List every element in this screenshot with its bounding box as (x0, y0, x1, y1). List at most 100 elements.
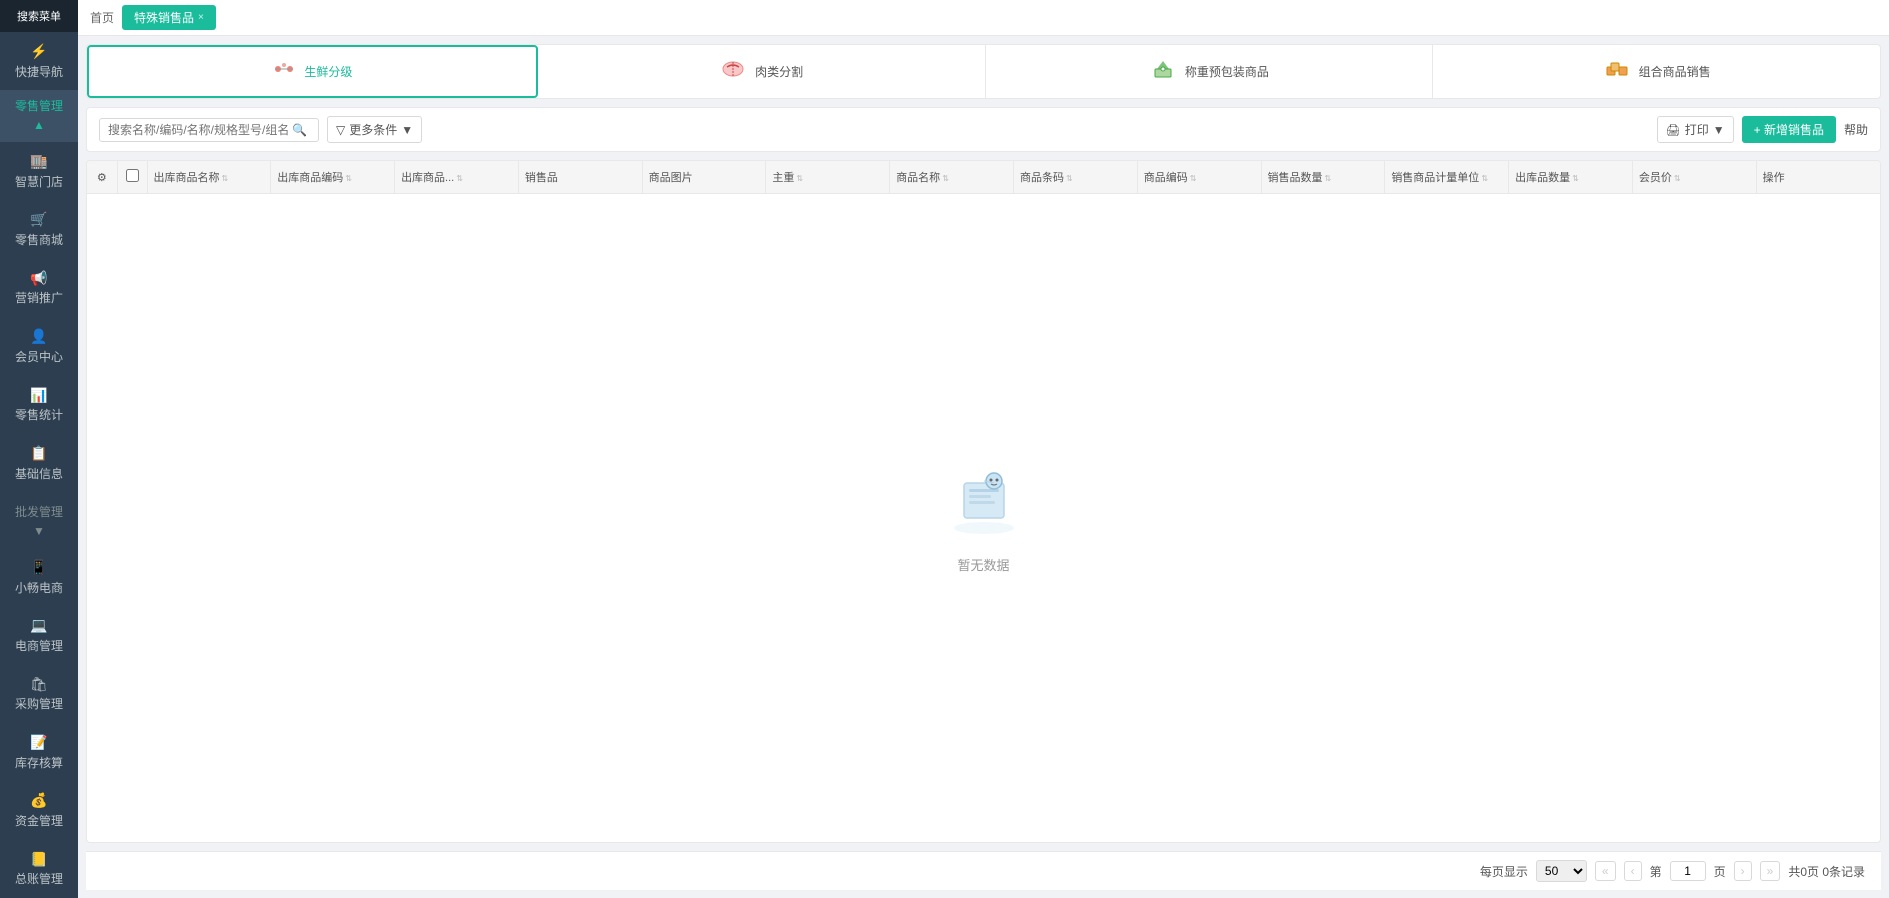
purchase-icon: 🛍 (30, 675, 48, 695)
sidebar-item-label: 智慧门店 (15, 174, 63, 191)
th-product-image: 商品图片 (642, 161, 766, 194)
topbar-active-tab[interactable]: 特殊销售品 × (122, 5, 216, 30)
select-all-checkbox[interactable] (126, 169, 139, 182)
sidebar-item-wholesale-mgmt[interactable]: 批发管理 ▼ (0, 496, 78, 548)
sidebar-item-retail-mgmt[interactable]: 零售管理 ▲ (0, 90, 78, 142)
weight-prepack-label: 称重预包装商品 (1185, 63, 1269, 80)
mini-program-icon: 📱 (30, 558, 47, 578)
cat-tab-weight-prepack[interactable]: 称重预包装商品 (986, 45, 1434, 98)
sidebar-item-finance[interactable]: 💰 资金管理 (0, 781, 78, 839)
filter-label: 更多条件 (349, 121, 397, 138)
main-content: 首页 特殊销售品 × 生鲜分级 (78, 0, 1889, 898)
combo-sale-label: 组合商品销售 (1639, 63, 1711, 80)
sidebar: 搜索菜单 ⚡ 快捷导航 零售管理 ▲ 🏬 智慧门店 🛒 零售商城 📢 营销推广 … (0, 0, 78, 898)
sidebar-item-inventory[interactable]: 📝 库存核算 (0, 723, 78, 781)
data-table: ⚙ 出库商品名称⇅ 出库商品编码⇅ 出库商品...⇅ (87, 161, 1880, 194)
basic-info-icon: 📋 (30, 444, 47, 464)
general-ledger-icon: 📒 (30, 850, 47, 870)
page-suffix: 页 (1714, 863, 1726, 880)
th-sale-qty: 销售品数量⇅ (1261, 161, 1385, 194)
th-weight: 主重⇅ (766, 161, 890, 194)
sidebar-item-purchase[interactable]: 🛍 采购管理 (0, 665, 78, 723)
sidebar-item-smart-store[interactable]: 🏬 智慧门店 (0, 142, 78, 200)
filter-arrow: ▼ (401, 123, 413, 137)
th-sale-unit: 销售商品计量单位⇅ (1385, 161, 1509, 194)
fresh-grade-label: 生鲜分级 (304, 63, 352, 80)
combo-sale-icon (1603, 59, 1631, 84)
search-icon: 🔍 (292, 123, 307, 137)
sidebar-item-label: 快捷导航 (15, 64, 63, 81)
sidebar-item-member[interactable]: 👤 会员中心 (0, 317, 78, 375)
print-icon: 🖨 (1666, 123, 1681, 137)
print-arrow: ▼ (1713, 123, 1725, 137)
th-product-name: 商品名称⇅ (890, 161, 1014, 194)
filter-btn[interactable]: ▽ 更多条件 ▼ (327, 116, 422, 143)
th-action: 操作 (1756, 161, 1880, 194)
retail-mgmt-label: 零售管理 (15, 98, 63, 115)
retail-mall-icon: 🛒 (30, 210, 47, 230)
toolbar-right: 🖨 打印 ▼ + 新增销售品 帮助 (1657, 116, 1869, 143)
topbar: 首页 特殊销售品 × (78, 0, 1889, 36)
marketing-icon: 📢 (30, 269, 47, 289)
sidebar-item-quick-nav[interactable]: ⚡ 快捷导航 (0, 32, 78, 90)
search-box[interactable]: 🔍 (99, 118, 319, 142)
page-number-input[interactable] (1670, 861, 1706, 881)
sidebar-item-ecommerce[interactable]: 💻 电商管理 (0, 606, 78, 664)
cat-tab-meat-cut[interactable]: 肉类分割 (538, 45, 986, 98)
new-btn-label: + 新增销售品 (1754, 121, 1824, 138)
meat-cut-label: 肉类分割 (755, 63, 803, 80)
sidebar-item-mini-program[interactable]: 📱 小畅电商 (0, 548, 78, 606)
prev-page-btn[interactable]: ‹ (1624, 861, 1642, 881)
empty-text: 暂无数据 (957, 555, 1009, 574)
smart-store-icon: 🏬 (30, 152, 47, 172)
finance-icon: 💰 (30, 791, 47, 811)
wholesale-mgmt-arrow: ▼ (33, 523, 45, 540)
help-btn[interactable]: 帮助 (1844, 121, 1868, 138)
sidebar-item-label: 库存核算 (15, 755, 63, 772)
sidebar-item-label: 采购管理 (15, 696, 63, 713)
page-prefix: 第 (1650, 863, 1662, 880)
first-page-btn[interactable]: « (1595, 861, 1616, 881)
retail-stats-icon: 📊 (30, 386, 47, 406)
th-out-product-name: 出库商品名称⇅ (147, 161, 271, 194)
th-barcode: 商品条码⇅ (1013, 161, 1137, 194)
per-page-select[interactable]: 50 20 100 200 (1536, 860, 1587, 882)
last-page-btn[interactable]: » (1760, 861, 1781, 881)
sidebar-item-marketing[interactable]: 📢 营销推广 (0, 259, 78, 317)
sidebar-item-general-ledger[interactable]: 📒 总账管理 (0, 840, 78, 898)
toolbar-left: 🔍 ▽ 更多条件 ▼ (99, 116, 422, 143)
sidebar-item-label: 基础信息 (15, 466, 63, 483)
weight-prepack-icon (1149, 59, 1177, 84)
topbar-tab-label: 特殊销售品 (134, 9, 194, 26)
new-sale-product-button[interactable]: + 新增销售品 (1742, 116, 1836, 143)
topbar-tab-close[interactable]: × (198, 12, 204, 23)
sidebar-item-label: 零售商城 (15, 232, 63, 249)
print-label: 打印 (1685, 121, 1709, 138)
sidebar-item-label: 电商管理 (15, 638, 63, 655)
inventory-icon: 📝 (30, 733, 47, 753)
meat-cut-icon (719, 59, 747, 84)
sidebar-item-label: 总账管理 (15, 871, 63, 888)
per-page-label: 每页显示 (1480, 863, 1528, 880)
pagination: 每页显示 50 20 100 200 « ‹ 第 页 › » 共0页 0条记录 (86, 851, 1881, 890)
sidebar-item-label: 会员中心 (15, 349, 63, 366)
sidebar-item-retail-mall[interactable]: 🛒 零售商城 (0, 200, 78, 258)
next-page-btn[interactable]: › (1734, 861, 1752, 881)
th-settings[interactable]: ⚙ (87, 161, 117, 194)
sidebar-item-label: 零售统计 (15, 407, 63, 424)
cat-tab-combo-sale[interactable]: 组合商品销售 (1433, 45, 1880, 98)
print-btn[interactable]: 🖨 打印 ▼ (1657, 116, 1734, 143)
th-out-product-x: 出库商品...⇅ (395, 161, 519, 194)
th-checkbox[interactable] (117, 161, 147, 194)
page-content: 生鲜分级 肉类分割 (78, 36, 1889, 898)
quick-nav-icon: ⚡ (30, 42, 47, 62)
cat-tab-fresh-grade[interactable]: 生鲜分级 (87, 45, 538, 98)
th-out-qty: 出库品数量⇅ (1509, 161, 1633, 194)
topbar-home[interactable]: 首页 (90, 9, 114, 26)
retail-mgmt-arrow: ▲ (33, 117, 45, 134)
sidebar-item-basic-info[interactable]: 📋 基础信息 (0, 434, 78, 492)
th-member-price: 会员价⇅ (1632, 161, 1756, 194)
search-input[interactable] (108, 123, 288, 137)
sidebar-item-retail-stats[interactable]: 📊 零售统计 (0, 376, 78, 434)
sidebar-logo: 搜索菜单 (0, 0, 78, 32)
